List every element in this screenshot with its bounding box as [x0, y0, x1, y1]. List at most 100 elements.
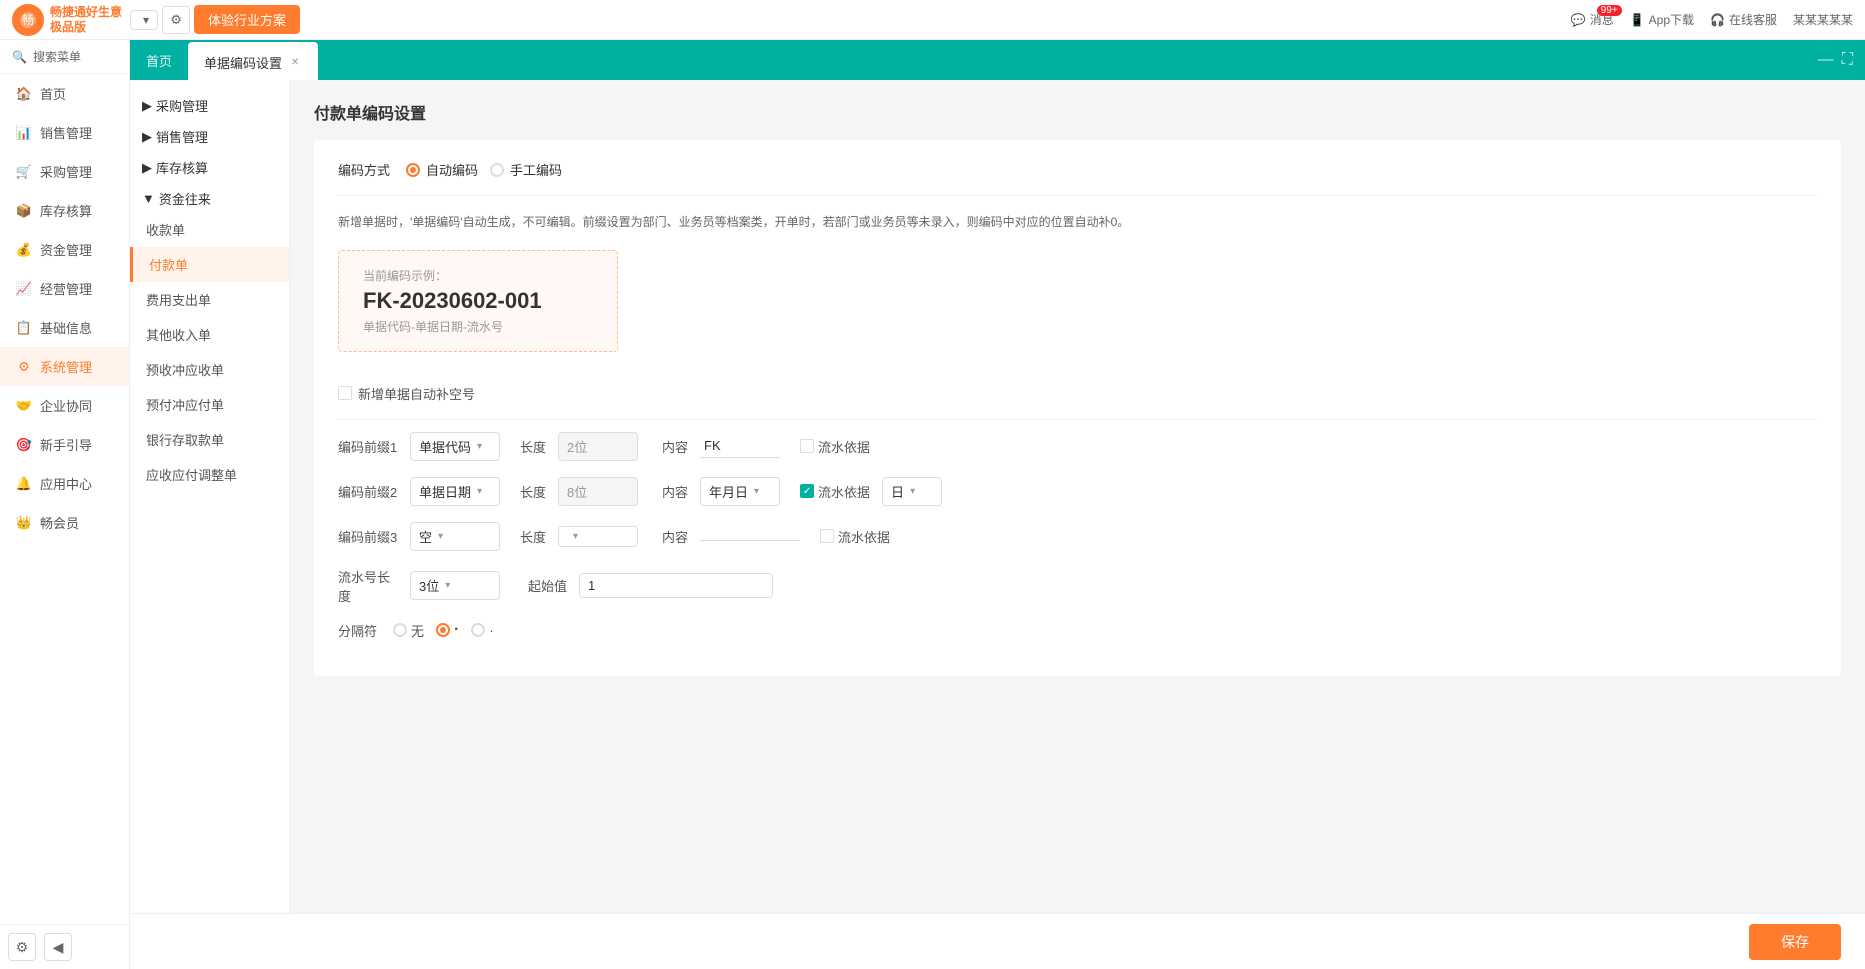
submenu-item-advance-rcv[interactable]: 预收冲应收单	[130, 352, 289, 387]
submenu-item-bank[interactable]: 银行存取款单	[130, 422, 289, 457]
submenu-group-sales[interactable]: ▶ 销售管理	[130, 119, 289, 150]
prefix3-content-label: 内容	[662, 527, 688, 546]
logo: 畅 畅捷通好生意 极品版	[12, 4, 122, 36]
submenu-group-purchase[interactable]: ▶ 采购管理	[130, 88, 289, 119]
submenu-item-payment[interactable]: 付款单	[130, 247, 289, 282]
submenu-group-finance[interactable]: ▼ 资金往来	[130, 181, 289, 212]
prefix1-watermark-checkbox	[800, 439, 814, 453]
company-dropdown[interactable]: ▾	[130, 10, 158, 30]
sidebar-item-guide[interactable]: 🎯 新手引导	[0, 425, 129, 464]
prefix-row-3: 编码前缀3 空 ▾ 长度 ▾ 内容	[338, 522, 1817, 551]
left-sidebar: 🔍 搜索菜单 🏠 首页 📊 销售管理 🛒 采购管理 📦 库存核算 💰 资金管理 …	[0, 40, 130, 969]
auto-fill-checkbox[interactable]	[338, 386, 352, 400]
top-right-nav: 💬 消息 99+ 📱 App下载 🎧 在线客服 某某某某某	[1571, 11, 1853, 28]
manual-code-radio[interactable]: 手工编码	[490, 160, 562, 179]
settings-card: 编码方式 自动编码 手工编码	[314, 140, 1841, 676]
prefix1-select[interactable]: 单据代码 ▾	[410, 432, 500, 461]
chevron-right-icon-sales: ▶	[142, 129, 152, 145]
chevron-down-icon: ▾	[143, 13, 149, 27]
sidebar-settings-btn[interactable]: ⚙	[8, 933, 36, 961]
sidebar-item-appcenter[interactable]: 🔔 应用中心	[0, 464, 129, 503]
trial-btn[interactable]: 体验行业方案	[194, 5, 300, 34]
app-icon: 畅	[12, 4, 44, 36]
settings-icon[interactable]: ⚙	[162, 6, 190, 34]
sidebar-item-purchase[interactable]: 🛒 采购管理	[0, 152, 129, 191]
sidebar-collapse-btn[interactable]: ◀	[44, 933, 72, 961]
submenu-item-adjust[interactable]: 应收应付调整单	[130, 457, 289, 492]
chevron-right-icon: ▶	[142, 98, 152, 114]
app-download-btn[interactable]: 📱 App下载	[1630, 11, 1694, 28]
encoding-mode-radio-group: 自动编码 手工编码	[406, 160, 562, 179]
prefix3-length-select[interactable]: ▾	[558, 526, 638, 547]
submenu-item-advance-pay[interactable]: 预付冲应付单	[130, 387, 289, 422]
encoding-mode-label: 编码方式	[338, 160, 390, 179]
submenu-item-expense[interactable]: 费用支出单	[130, 282, 289, 317]
sidebar-item-basic[interactable]: 📋 基础信息	[0, 308, 129, 347]
prefix3-content-value	[700, 532, 800, 541]
sidebar-item-sales[interactable]: 📊 销售管理	[0, 113, 129, 152]
sep-dot-radio[interactable]: ·	[436, 621, 459, 639]
auto-fill-row: 新增单据自动补空号	[338, 384, 1817, 403]
online-service-btn[interactable]: 🎧 在线客服	[1710, 11, 1777, 28]
sidebar-item-ops[interactable]: 📈 经营管理	[0, 269, 129, 308]
prefix3-watermark-check[interactable]: 流水依据	[820, 527, 890, 546]
tab-close-icon[interactable]: ✕	[288, 55, 302, 69]
search-menu[interactable]: 🔍 搜索菜单	[0, 40, 129, 74]
system-icon: ⚙	[16, 359, 32, 375]
sidebar-item-inventory[interactable]: 📦 库存核算	[0, 191, 129, 230]
sep-none-radio-dot	[393, 623, 407, 637]
main-layout: 🔍 搜索菜单 🏠 首页 📊 销售管理 🛒 采购管理 📦 库存核算 💰 资金管理 …	[0, 40, 1865, 969]
tab-encoding-settings[interactable]: 单据编码设置 ✕	[188, 42, 318, 82]
tab-minimize-btn[interactable]: —	[1818, 51, 1834, 69]
prefix1-content-label: 内容	[662, 437, 688, 456]
prefix1-length-input: 2位	[558, 432, 638, 461]
prefix2-watermark-unit-select[interactable]: 日 ▾	[882, 477, 942, 506]
prefix2-select[interactable]: 单据日期 ▾	[410, 477, 500, 506]
submenu-item-receipt[interactable]: 收款单	[130, 212, 289, 247]
collab-icon: 🤝	[16, 398, 32, 414]
sidebar-item-system[interactable]: ⚙ 系统管理	[0, 347, 129, 386]
top-nav: ▾ ⚙ 体验行业方案	[130, 5, 300, 34]
sidebar-item-finance[interactable]: 💰 资金管理	[0, 230, 129, 269]
prefix1-watermark-check[interactable]: 流水依据	[800, 437, 870, 456]
preview-box: 当前编码示例： FK-20230602-001 单据代码-单据日期-流水号	[338, 250, 618, 352]
prefix2-chevron-icon: ▾	[477, 486, 482, 497]
message-btn[interactable]: 💬 消息 99+	[1571, 11, 1614, 28]
sidebar-item-home[interactable]: 🏠 首页	[0, 74, 129, 113]
auto-code-radio[interactable]: 自动编码	[406, 160, 478, 179]
tab-home[interactable]: 首页	[130, 40, 188, 80]
top-bar: 畅 畅捷通好生意 极品版 ▾ ⚙ 体验行业方案 💬 消息 99+ 📱 App下载…	[0, 0, 1865, 40]
prefix2-content-chevron-icon: ▾	[754, 486, 759, 497]
prefix2-content-label: 内容	[662, 482, 688, 501]
sep-dash-radio[interactable]: ·	[471, 623, 493, 638]
submenu-item-other-income[interactable]: 其他收入单	[130, 317, 289, 352]
sidebar-item-vip[interactable]: 👑 畅会员	[0, 503, 129, 542]
prefix2-content-select[interactable]: 年月日 ▾	[700, 477, 780, 506]
sub-sidebar: ▶ 采购管理 ▶ 销售管理 ▶ 库存核算 ▼ 资金往来 收款单 付款单 费用支出…	[130, 80, 290, 913]
sidebar-bottom: ⚙ ◀	[0, 924, 129, 969]
start-value-input[interactable]	[579, 573, 773, 598]
inventory-icon: 📦	[16, 203, 32, 219]
sep-none-radio[interactable]: 无	[393, 621, 424, 640]
serial-length-select[interactable]: 3位 ▾	[410, 571, 500, 600]
prefix2-watermark-checkbox: ✓	[800, 484, 814, 498]
brand-name: 畅捷通好生意 极品版	[50, 5, 122, 34]
prefix2-watermark-check[interactable]: ✓ 流水依据	[800, 482, 870, 501]
separator-radio-group: 无 · ·	[393, 621, 494, 640]
serial-length-chevron-icon: ▾	[445, 580, 450, 591]
manual-code-radio-dot	[490, 163, 504, 177]
sidebar-item-collab[interactable]: 🤝 企业协同	[0, 386, 129, 425]
serial-row: 流水号长度 3位 ▾ 起始值	[338, 567, 1817, 605]
submenu-group-inventory[interactable]: ▶ 库存核算	[130, 150, 289, 181]
basic-icon: 📋	[16, 320, 32, 336]
prefix3-select[interactable]: 空 ▾	[410, 522, 500, 551]
prefix1-length-label: 长度	[520, 437, 546, 456]
tab-expand-btn[interactable]: ⛶	[1842, 51, 1853, 69]
inner-layout: ▶ 采购管理 ▶ 销售管理 ▶ 库存核算 ▼ 资金往来 收款单 付款单 费用支出…	[130, 80, 1865, 913]
encoding-mode-section: 编码方式 自动编码 手工编码	[338, 160, 1817, 196]
info-text: 新增单据时，'单据编码'自动生成，不可编辑。前缀设置为部门、业务员等档案类，开单…	[338, 212, 1817, 234]
save-button[interactable]: 保存	[1749, 924, 1841, 960]
prefix1-label: 编码前缀1	[338, 437, 398, 456]
page-content: 付款单编码设置 编码方式 自动编码 手工编码	[290, 80, 1865, 913]
prefix2-length-label: 长度	[520, 482, 546, 501]
